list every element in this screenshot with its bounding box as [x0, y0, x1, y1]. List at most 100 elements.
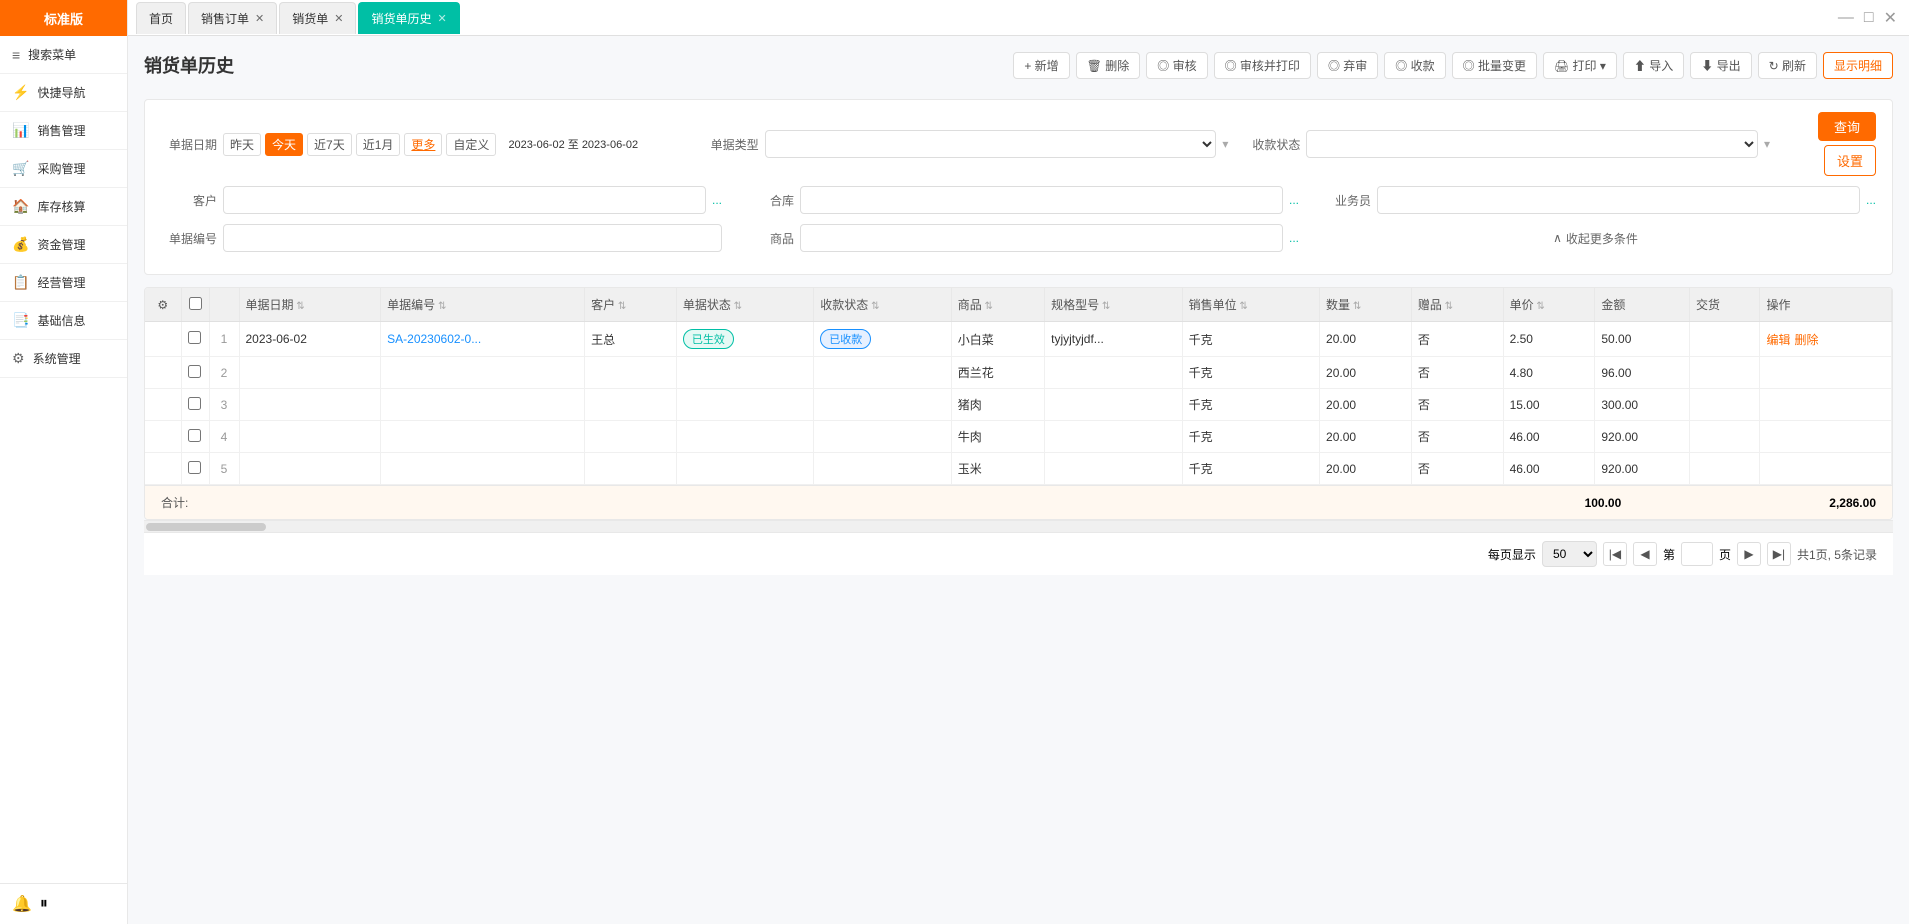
row-checkbox-4[interactable] — [188, 461, 201, 474]
set-button[interactable]: 设置 — [1824, 145, 1876, 176]
pause-icon[interactable]: ⏸ — [40, 895, 48, 913]
tab-home[interactable]: 首页 — [136, 2, 186, 34]
th-gear[interactable]: ⚙ — [145, 288, 181, 322]
row-checkbox-0[interactable] — [188, 331, 201, 344]
th-price[interactable]: 单价 — [1503, 288, 1595, 322]
table-row: 12023-06-02SA-20230602-0...王总已生效已收款小白菜ty… — [145, 322, 1892, 357]
money-icon: 💰 — [12, 236, 29, 253]
doc-type-select[interactable] — [765, 130, 1217, 158]
abandon-button[interactable]: ◎ 弃审 — [1317, 52, 1378, 79]
sidebar-item-operations[interactable]: 📋 经营管理 — [0, 264, 127, 302]
th-spec[interactable]: 规格型号 — [1045, 288, 1182, 322]
collect-status-select[interactable] — [1306, 130, 1758, 158]
scroll-bar[interactable] — [144, 520, 1893, 532]
sidebar-label-basic-info: 基础信息 — [37, 312, 85, 329]
print-button[interactable]: 🖨 打印 ▾ — [1543, 52, 1617, 79]
row-checkbox-1[interactable] — [188, 365, 201, 378]
new-button[interactable]: + 新增 — [1013, 52, 1069, 79]
close-window-button[interactable]: ✕ — [1880, 8, 1901, 28]
date-filter: 昨天 今天 近7天 近1月 更多 自定义 — [223, 133, 496, 156]
last-page-button[interactable]: ▶| — [1767, 542, 1791, 566]
th-qty[interactable]: 数量 — [1320, 288, 1412, 322]
warehouse-input[interactable] — [800, 186, 1283, 214]
close-sales-history-tab[interactable]: ✕ — [438, 12, 447, 25]
import-button[interactable]: ⬆ 导入 — [1623, 52, 1684, 79]
sidebar-item-finance[interactable]: 💰 资金管理 — [0, 226, 127, 264]
action-删除[interactable]: 删除 — [1794, 333, 1818, 347]
close-sales-goods-tab[interactable]: ✕ — [334, 12, 343, 25]
1month-btn[interactable]: 近1月 — [356, 133, 401, 156]
audit-button[interactable]: ◎ 审核 — [1146, 52, 1207, 79]
sidebar-item-system-mgmt[interactable]: ⚙ 系统管理 — [0, 340, 127, 378]
notification-icon[interactable]: 🔔 — [12, 894, 32, 914]
warehouse-ellipsis[interactable]: ... — [1289, 193, 1299, 207]
row-checkbox-2[interactable] — [188, 397, 201, 410]
sidebar-item-basic-info[interactable]: 📑 基础信息 — [0, 302, 127, 340]
filter-row-2: 客户 ... 合库 ... 业务员 ... — [161, 186, 1876, 214]
sidebar-item-search-menu[interactable]: ≡ 搜索菜单 — [0, 36, 127, 74]
sidebar-item-sales-mgmt[interactable]: 📊 销售管理 — [0, 112, 127, 150]
date-range: 2023-06-02 至 2023-06-02 — [508, 136, 638, 152]
maximize-button[interactable]: □ — [1860, 9, 1878, 27]
table-footer: 合计: 100.00 2,286.00 — [145, 485, 1892, 519]
sidebar-label-operations: 经营管理 — [37, 274, 85, 291]
goods-ellipsis[interactable]: ... — [1289, 231, 1299, 245]
th-num — [209, 288, 239, 322]
more-btn[interactable]: 更多 — [404, 133, 442, 156]
th-doc-status[interactable]: 单据状态 — [676, 288, 813, 322]
th-action: 操作 — [1760, 288, 1892, 322]
goods-input[interactable] — [800, 224, 1283, 252]
next-page-button[interactable]: ▶ — [1737, 542, 1761, 566]
docno-link[interactable]: SA-20230602-0... — [387, 332, 481, 346]
per-page-select[interactable]: 50 100 — [1542, 541, 1597, 567]
sidebar-item-inventory[interactable]: 🏠 库存核算 — [0, 188, 127, 226]
export-button[interactable]: ⬇ 导出 — [1690, 52, 1751, 79]
page-input[interactable]: 1 — [1681, 542, 1713, 566]
total-label: 合计: — [161, 494, 188, 511]
minimize-button[interactable]: — — [1834, 9, 1858, 27]
7days-btn[interactable]: 近7天 — [307, 133, 352, 156]
audit-print-button[interactable]: ◎ 审核并打印 — [1214, 52, 1311, 79]
select-all-checkbox[interactable] — [189, 297, 202, 310]
tab-sales-history[interactable]: 销货单历史 ✕ — [358, 2, 459, 34]
th-docno[interactable]: 单据编号 — [381, 288, 585, 322]
chart-icon: 📊 — [12, 122, 29, 139]
custom-btn[interactable]: 自定义 — [446, 133, 496, 156]
scroll-thumb[interactable] — [146, 523, 266, 531]
settings-gear[interactable]: ⚙ — [157, 298, 168, 312]
tab-bar: 首页 销售订单 ✕ 销货单 ✕ 销货单历史 ✕ — □ ✕ — [128, 0, 1909, 36]
delete-button[interactable]: 🗑 删除 — [1076, 52, 1141, 79]
yesterday-btn[interactable]: 昨天 — [223, 133, 261, 156]
toolbar: + 新增 🗑 删除 ◎ 审核 ◎ 审核并打印 ◎ 弃审 ◎ 收款 ◎ 批量变更 … — [1013, 52, 1893, 79]
th-customer[interactable]: 客户 — [585, 288, 677, 322]
th-date[interactable]: 单据日期 — [239, 288, 381, 322]
prev-page-button[interactable]: ◀ — [1633, 542, 1657, 566]
collect-status-label: 收款状态 — [1244, 136, 1300, 153]
action-编辑[interactable]: 编辑 — [1766, 333, 1790, 347]
th-gift[interactable]: 赠品 — [1411, 288, 1503, 322]
first-page-button[interactable]: |◀ — [1603, 542, 1627, 566]
th-collect-status[interactable]: 收款状态 — [814, 288, 951, 322]
show-detail-button[interactable]: 显示明细 — [1823, 52, 1893, 79]
row-checkbox-3[interactable] — [188, 429, 201, 442]
sidebar-item-quick-nav[interactable]: ⚡ 快捷导航 — [0, 74, 127, 112]
batch-change-button[interactable]: ◎ 批量变更 — [1452, 52, 1537, 79]
customer-ellipsis[interactable]: ... — [712, 193, 722, 207]
tab-sales-order[interactable]: 销售订单 ✕ — [188, 2, 277, 34]
tab-sales-goods[interactable]: 销货单 ✕ — [279, 2, 356, 34]
customer-input[interactable] — [223, 186, 706, 214]
th-unit[interactable]: 销售单位 — [1182, 288, 1319, 322]
collect-button[interactable]: ◎ 收款 — [1384, 52, 1445, 79]
refresh-button[interactable]: ↻ 刷新 — [1758, 52, 1817, 79]
query-button[interactable]: 查询 — [1818, 112, 1876, 141]
collapse-button[interactable]: ∧ 收起更多条件 — [1549, 226, 1642, 251]
close-sales-order-tab[interactable]: ✕ — [255, 12, 264, 25]
th-goods[interactable]: 商品 — [951, 288, 1044, 322]
today-btn[interactable]: 今天 — [265, 133, 303, 156]
sidebar-label-sales-mgmt: 销售管理 — [37, 122, 85, 139]
salesperson-ellipsis[interactable]: ... — [1866, 193, 1876, 207]
salesperson-input[interactable] — [1377, 186, 1860, 214]
docno-input[interactable] — [223, 224, 722, 252]
sidebar-item-purchase-mgmt[interactable]: 🛒 采购管理 — [0, 150, 127, 188]
th-amount: 金额 — [1595, 288, 1690, 322]
